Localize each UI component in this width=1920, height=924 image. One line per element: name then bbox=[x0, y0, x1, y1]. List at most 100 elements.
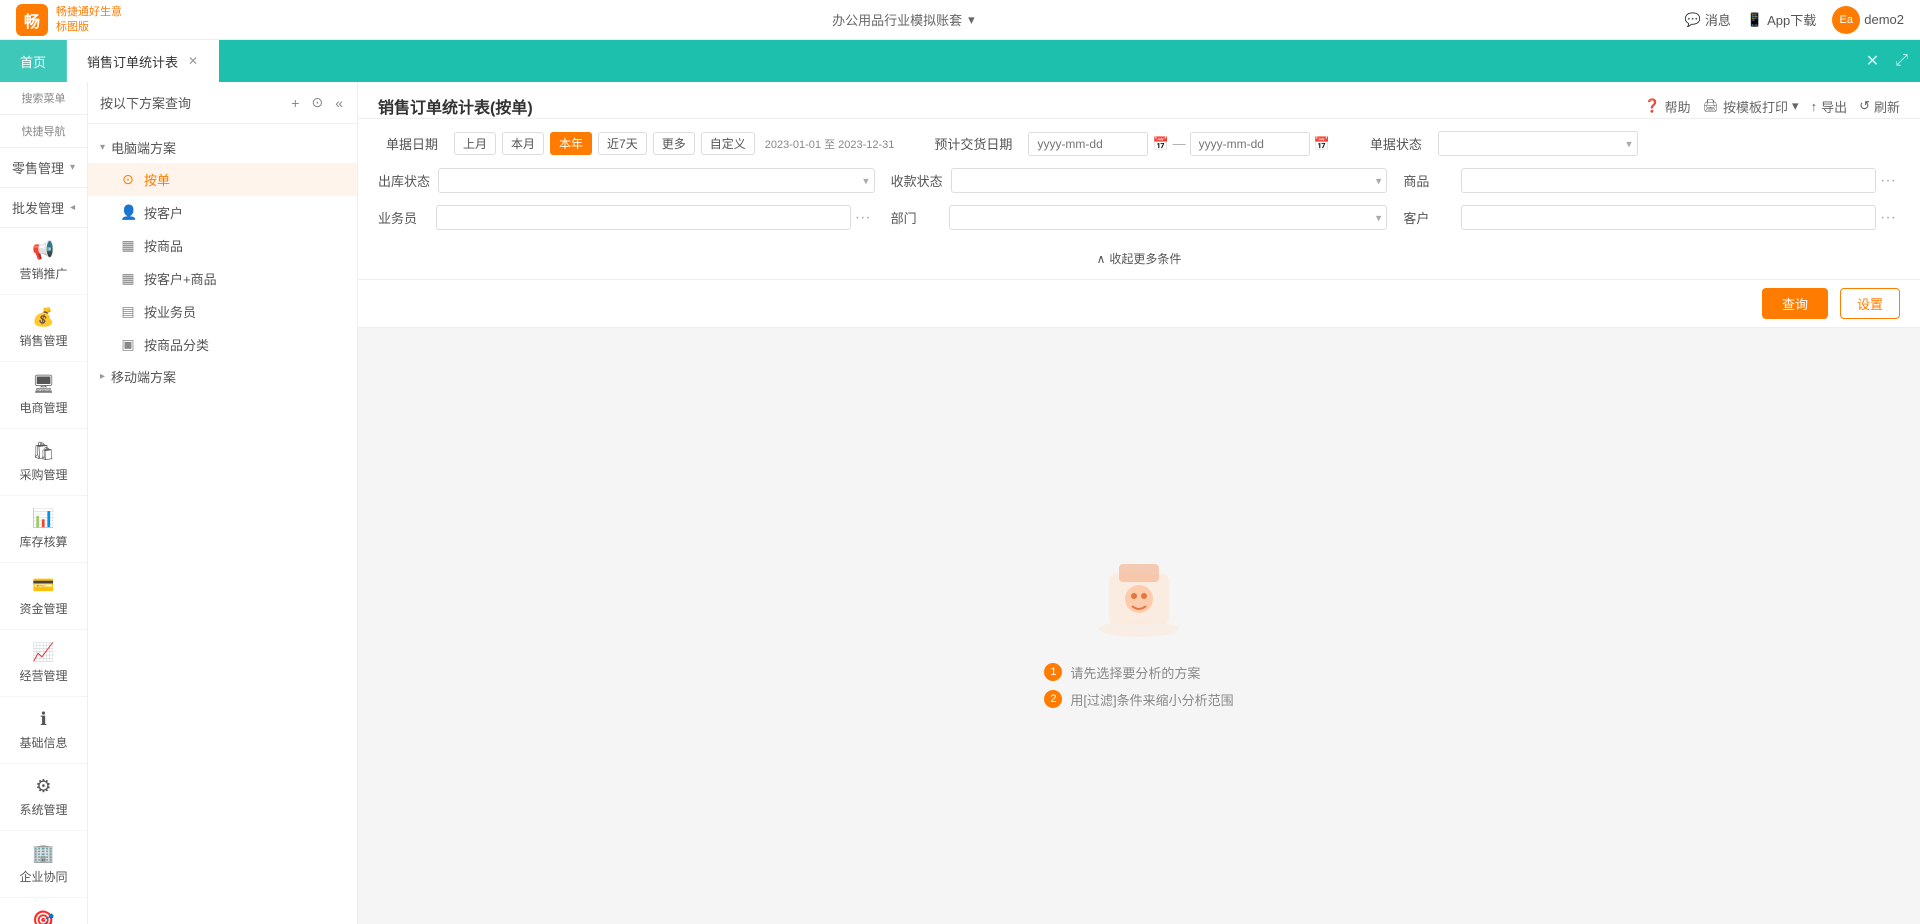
avatar: Ea bbox=[1832, 6, 1860, 34]
department-select[interactable] bbox=[949, 205, 1388, 230]
sidebar-item-basic[interactable]: ℹ 基础信息 bbox=[0, 697, 87, 764]
empty-state: 1 请先选择要分析的方案 2 用[过滤]条件来缩小分析范围 bbox=[358, 328, 1920, 924]
action-bar: 查询 设置 bbox=[358, 280, 1920, 328]
scheme-item-by-category[interactable]: ▣ 按商品分类 bbox=[88, 328, 357, 361]
sidebar-item-system[interactable]: ⚙ 系统管理 bbox=[0, 764, 87, 831]
sidebar-item-enterprise[interactable]: 🏢 企业协同 bbox=[0, 831, 87, 898]
expected-date-start-cal-icon[interactable]: 📅 bbox=[1152, 136, 1168, 152]
sidebar-item-ecommerce[interactable]: 🖥 电商管理 bbox=[0, 362, 87, 429]
sidebar-search[interactable]: 搜索菜单 bbox=[0, 82, 87, 115]
date-last-month-btn[interactable]: 上月 bbox=[454, 132, 496, 155]
mobile-group-expand-icon: ▸ bbox=[100, 371, 105, 382]
message-button[interactable]: 💬 消息 bbox=[1685, 10, 1731, 29]
page-title: 销售订单统计表(按单) bbox=[378, 94, 533, 118]
ship-status-select-wrapper bbox=[438, 168, 875, 193]
customer-label: 客户 bbox=[1403, 208, 1453, 227]
scheme-item-by-customer-product[interactable]: ▦ 按客户+商品 bbox=[88, 262, 357, 295]
filter-row-3: 业务员 ··· 部门 客户 bbox=[378, 205, 1900, 230]
export-button[interactable]: ↑ 导出 bbox=[1811, 97, 1848, 116]
salesperson-more-icon[interactable]: ··· bbox=[851, 209, 875, 227]
expected-date-end-cal-icon[interactable]: 📅 bbox=[1314, 136, 1330, 152]
help-button[interactable]: ❓ 帮助 bbox=[1644, 97, 1690, 116]
department-select-wrapper bbox=[949, 205, 1388, 230]
collapse-button[interactable]: ∧ 收起更多条件 bbox=[1097, 250, 1182, 267]
app-download-button[interactable]: 📱 App下载 bbox=[1747, 10, 1816, 29]
by-category-icon: ▣ bbox=[120, 336, 136, 353]
tab-maximize-button[interactable]: ⤢ bbox=[1891, 48, 1912, 74]
expected-date-start[interactable] bbox=[1028, 132, 1148, 156]
page-header: 销售订单统计表(按单) ❓ 帮助 🖨 按模板打印 ▾ ↑ 导出 bbox=[358, 82, 1920, 119]
goods-more-icon[interactable]: ··· bbox=[1876, 172, 1900, 190]
query-button[interactable]: 查询 bbox=[1762, 288, 1828, 319]
scheme-item-by-order[interactable]: ⊙ 按单 bbox=[88, 163, 357, 196]
empty-tip-2: 2 用[过滤]条件来缩小分析范围 bbox=[1044, 690, 1233, 709]
date-more-btn[interactable]: 更多 bbox=[653, 132, 695, 155]
scheme-list: ▾ 电脑端方案 ⊙ 按单 👤 按客户 ▦ 按商品 bbox=[88, 124, 357, 400]
scheme-group-pc: ▾ 电脑端方案 ⊙ 按单 👤 按客户 ▦ 按商品 bbox=[88, 132, 357, 361]
sidebar-item-finance[interactable]: 💳 资金管理 bbox=[0, 563, 87, 630]
date-this-year-btn[interactable]: 本年 bbox=[550, 132, 592, 155]
by-order-icon: ⊙ bbox=[120, 171, 136, 188]
order-status-select[interactable] bbox=[1438, 131, 1638, 156]
expected-date-end[interactable] bbox=[1190, 132, 1310, 156]
scheme-item-by-salesperson[interactable]: ▤ 按业务员 bbox=[88, 295, 357, 328]
operation-icon: 📈 bbox=[32, 642, 54, 663]
customer-input[interactable] bbox=[1461, 205, 1876, 230]
date-separator: — bbox=[1173, 136, 1186, 151]
scheme-group-pc-header[interactable]: ▾ 电脑端方案 bbox=[88, 132, 357, 163]
customer-more-icon[interactable]: ··· bbox=[1876, 209, 1900, 227]
scheme-group-mobile-header[interactable]: ▸ 移动端方案 bbox=[88, 361, 357, 392]
scheme-item-by-product[interactable]: ▦ 按商品 bbox=[88, 229, 357, 262]
add-scheme-button[interactable]: + bbox=[289, 93, 301, 113]
tab-bar-actions: ✕ ⤢ bbox=[1862, 40, 1920, 82]
scheme-settings-button[interactable]: ⊙ bbox=[309, 92, 325, 113]
sidebar-item-marketing[interactable]: 📢 营销推广 bbox=[0, 228, 87, 295]
template-print-button[interactable]: 🖨 按模板打印 ▾ bbox=[1703, 97, 1799, 116]
by-customer-icon: 👤 bbox=[120, 204, 136, 221]
payment-status-select[interactable] bbox=[951, 168, 1388, 193]
tab-close-icon[interactable]: ✕ bbox=[188, 54, 198, 68]
inventory-icon: 📊 bbox=[32, 508, 54, 529]
refresh-icon: ↺ bbox=[1859, 98, 1870, 114]
order-status-label: 单据状态 bbox=[1370, 134, 1422, 153]
sidebar-item-operation[interactable]: 📈 经营管理 bbox=[0, 630, 87, 697]
filter-row-1: 单据日期 上月 本月 本年 近7天 更多 自定义 2023-01-01 至 20… bbox=[378, 131, 1900, 156]
newbie-icon: 🎯 bbox=[32, 910, 54, 924]
ship-status-select[interactable] bbox=[438, 168, 875, 193]
tab-minimize-button[interactable]: ✕ bbox=[1862, 47, 1883, 75]
settings-button[interactable]: 设置 bbox=[1840, 288, 1900, 319]
refresh-button[interactable]: ↺ 刷新 bbox=[1859, 97, 1900, 116]
sidebar-item-inventory[interactable]: 📊 库存核算 bbox=[0, 496, 87, 563]
logo-area: 畅 畅捷通好生意 标图版 bbox=[16, 4, 122, 36]
enterprise-icon: 🏢 bbox=[32, 843, 54, 864]
sidebar-quick-nav[interactable]: 快捷导航 bbox=[0, 115, 87, 148]
date-custom-btn[interactable]: 自定义 bbox=[701, 132, 755, 155]
sidebar-item-newbie[interactable]: 🎯 新手引导 bbox=[0, 898, 87, 924]
main-layout: 搜索菜单 快捷导航 零售管理 ▾ 批发管理 ▾ 📢 营销推广 💰 销售管理 🖥 … bbox=[0, 82, 1920, 924]
pc-group-expand-icon: ▾ bbox=[100, 142, 105, 153]
date-last-7-btn[interactable]: 近7天 bbox=[598, 132, 647, 155]
salesperson-input[interactable] bbox=[436, 205, 851, 230]
help-icon: ❓ bbox=[1644, 98, 1660, 114]
order-status-select-wrapper bbox=[1438, 131, 1638, 156]
tab-sales-stats[interactable]: 销售订单统计表 ✕ bbox=[67, 40, 219, 82]
breadcrumb-arrow-icon[interactable]: ▾ bbox=[968, 12, 975, 28]
tip-num-2: 2 bbox=[1044, 690, 1062, 708]
sidebar-item-sales[interactable]: 💰 销售管理 bbox=[0, 295, 87, 362]
page-header-actions: ❓ 帮助 🖨 按模板打印 ▾ ↑ 导出 ↺ 刷新 bbox=[1644, 97, 1900, 116]
date-this-month-btn[interactable]: 本月 bbox=[502, 132, 544, 155]
goods-input[interactable] bbox=[1461, 168, 1876, 193]
goods-label: 商品 bbox=[1403, 171, 1453, 190]
tab-home[interactable]: 首页 bbox=[0, 40, 67, 82]
sidebar-item-retail[interactable]: 零售管理 ▾ bbox=[0, 148, 87, 188]
user-menu[interactable]: Ea demo2 bbox=[1832, 6, 1904, 34]
sidebar-item-purchase[interactable]: 🛍 采购管理 bbox=[0, 429, 87, 496]
panel-collapse-button[interactable]: « bbox=[333, 93, 345, 113]
payment-status-select-wrapper bbox=[951, 168, 1388, 193]
goods-group: 商品 ··· bbox=[1403, 168, 1900, 193]
scheme-item-by-customer[interactable]: 👤 按客户 bbox=[88, 196, 357, 229]
sidebar-item-wholesale[interactable]: 批发管理 ▾ bbox=[0, 188, 87, 228]
sales-icon: 💰 bbox=[32, 307, 54, 328]
left-panel: 按以下方案查询 + ⊙ « ▾ 电脑端方案 ⊙ 按单 bbox=[88, 82, 358, 924]
date-quick-buttons: 上月 本月 本年 近7天 更多 自定义 2023-01-01 至 2023-12… bbox=[454, 132, 894, 155]
